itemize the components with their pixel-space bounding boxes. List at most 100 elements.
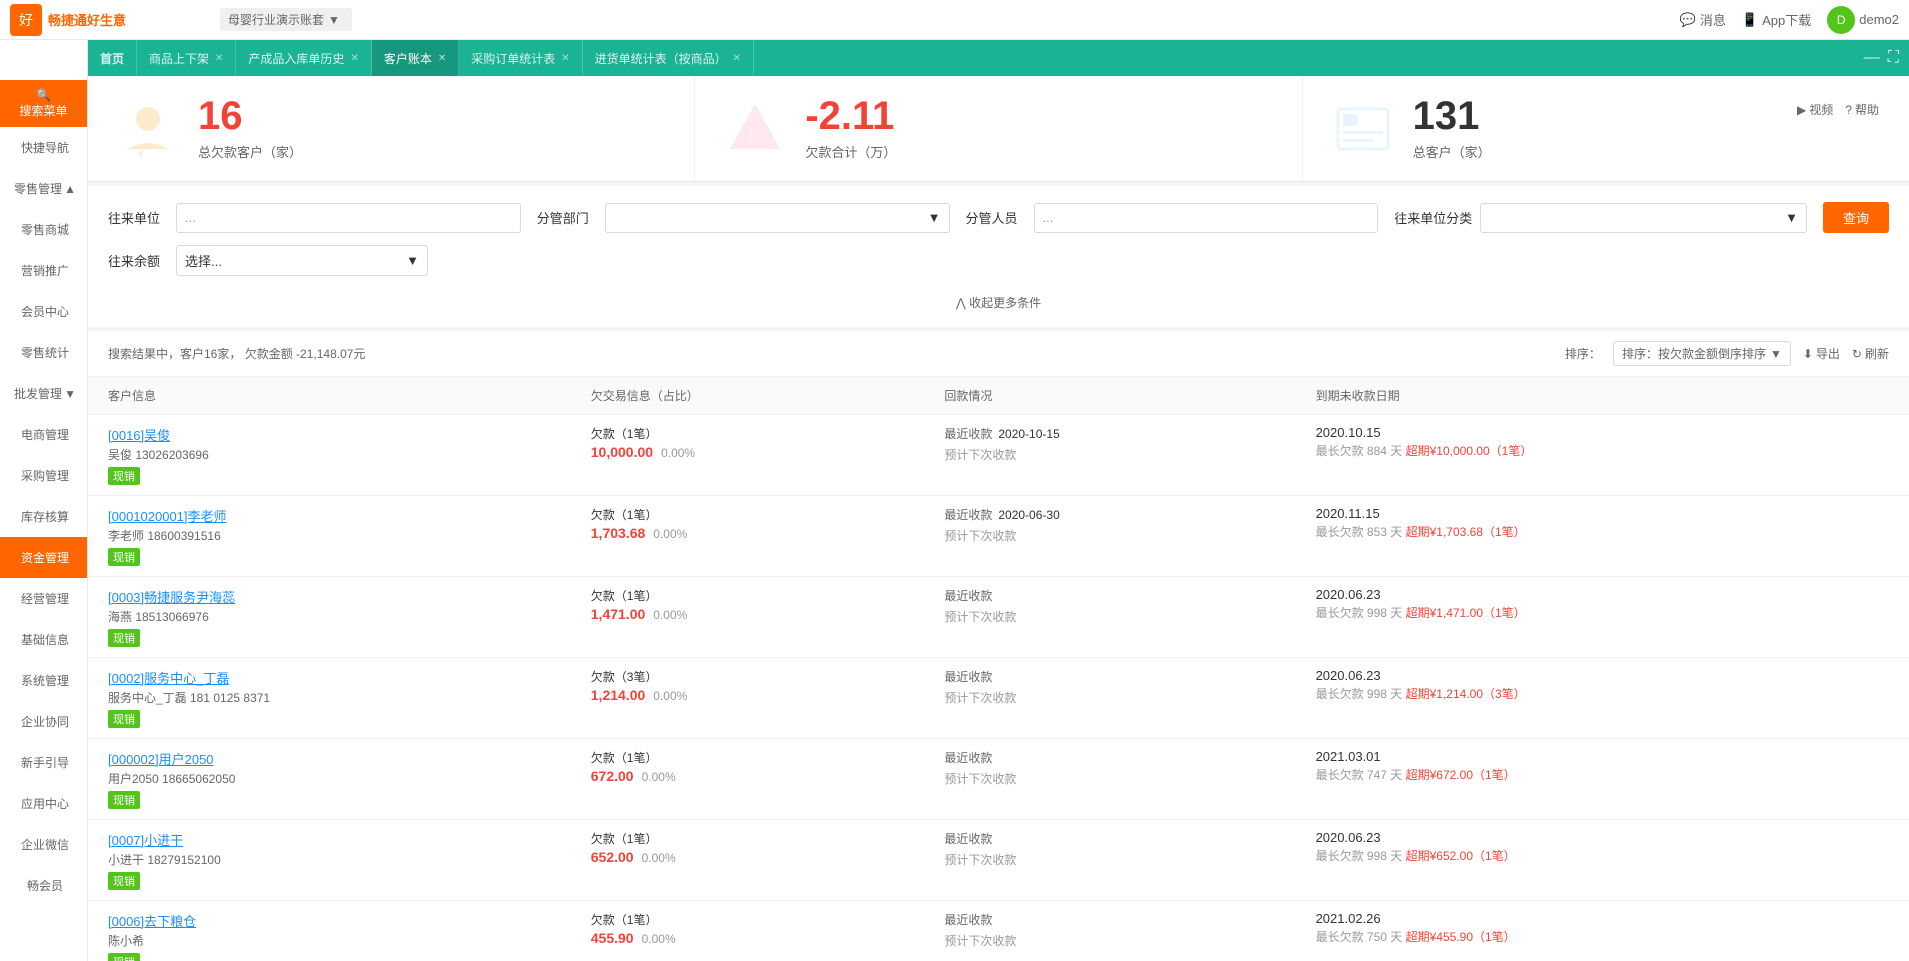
- sidebar-search[interactable]: 🔍 搜索菜单: [0, 80, 87, 127]
- sidebar-item-batch-management[interactable]: 批发管理▼: [0, 373, 87, 414]
- tab-product-listing[interactable]: 商品上下架 ✕: [137, 40, 236, 76]
- unit-category-select[interactable]: ▼: [1480, 203, 1807, 233]
- refresh-btn[interactable]: ↻ 刷新: [1852, 345, 1889, 362]
- sidebar-item-ecommerce[interactable]: 电商管理: [0, 414, 87, 455]
- sidebar-item-inventory[interactable]: 库存核算: [0, 496, 87, 537]
- tab-close-incoming-stats[interactable]: ✕: [733, 53, 741, 64]
- col-header-debt: 欠交易信息（占比）: [571, 377, 925, 415]
- tab-close-purchase-order-stats[interactable]: ✕: [561, 53, 569, 64]
- table-row: [0016]吴俊 吴俊 13026203696 现销 欠款（1笔） 10,000…: [88, 415, 1909, 496]
- tab-incoming-stats[interactable]: 进货单统计表（按商品） ✕: [583, 40, 754, 76]
- debt-amount-3[interactable]: 1,214.00: [591, 687, 646, 703]
- sidebar-item-marketing[interactable]: 营销推广: [0, 250, 87, 291]
- cell-debt-5: 欠款（1笔） 652.00 0.00%: [571, 820, 925, 901]
- search-icon: 🔍: [36, 88, 51, 102]
- from-unit-input[interactable]: ...: [176, 203, 521, 233]
- overdue-link-4[interactable]: 超期¥672.00（1笔）: [1406, 768, 1516, 782]
- tabs-bar: 首页 商品上下架 ✕ 产成品入库单历史 ✕ 客户账本 ✕ 采购订单统计表 ✕ 进…: [88, 40, 1909, 76]
- tab-home[interactable]: 首页: [88, 40, 137, 76]
- col-header-collection: 回款情况: [924, 377, 1295, 415]
- app-download-btn[interactable]: 📱 App下载: [1742, 10, 1811, 29]
- search-button[interactable]: 查询: [1823, 202, 1889, 233]
- tabs-minimize-btn[interactable]: —: [1862, 47, 1882, 69]
- table-row: [0006]去下粮仓 陈小希 现销 欠款（1笔） 455.90 0.00% 最近…: [88, 901, 1909, 961]
- cell-collection-3: 最近收款 预计下次收款: [924, 658, 1295, 739]
- debt-amount-4[interactable]: 672.00: [591, 768, 634, 784]
- remainder-select[interactable]: 选择... ▼: [176, 245, 428, 276]
- help-btn[interactable]: ? 帮助: [1845, 101, 1879, 118]
- tabs-maximize-btn[interactable]: ⛶: [1886, 47, 1901, 69]
- debt-count-5: 欠款（1笔）: [591, 830, 905, 847]
- tab-close-customer-account[interactable]: ✕: [438, 53, 446, 64]
- overdue-info-5: 最长欠款 998 天 超期¥652.00（1笔）: [1316, 847, 1889, 864]
- chevron-icon: ▲: [64, 182, 76, 196]
- sidebar-item-retail-mall[interactable]: 零售商城: [0, 209, 87, 250]
- person-input[interactable]: ...: [1034, 203, 1379, 233]
- sidebar-item-operations[interactable]: 经营管理: [0, 578, 87, 619]
- debt-count-2: 欠款（1笔）: [591, 587, 905, 604]
- industry-selector[interactable]: 母婴行业演示账套 ▼: [220, 8, 352, 31]
- customer-name-1[interactable]: [0001020001]李老师: [108, 506, 551, 525]
- user-profile[interactable]: D demo2: [1827, 6, 1899, 34]
- recent-payment-3: 最近收款: [944, 668, 1275, 685]
- tab-purchase-order-stats[interactable]: 采购订单统计表 ✕: [459, 40, 582, 76]
- customer-tag-1: 现销: [108, 548, 140, 566]
- debt-ratio-1: 0.00%: [653, 527, 687, 541]
- overdue-link-2[interactable]: 超期¥1,471.00（1笔）: [1406, 606, 1526, 620]
- sidebar-item-basic-info[interactable]: 基础信息: [0, 619, 87, 660]
- sidebar-item-newbie[interactable]: 新手引导: [0, 742, 87, 783]
- sidebar-item-enterprise[interactable]: 企业协同: [0, 701, 87, 742]
- collapse-filters-btn[interactable]: ⋀ 收起更多条件: [108, 288, 1889, 317]
- cell-debt-2: 欠款（1笔） 1,471.00 0.00%: [571, 577, 925, 658]
- customer-name-4[interactable]: [000002]用户2050: [108, 749, 551, 768]
- tab-close-production-history[interactable]: ✕: [350, 53, 358, 64]
- overdue-info-2: 最长欠款 998 天 超期¥1,471.00（1笔）: [1316, 604, 1889, 621]
- dept-select[interactable]: ▼: [605, 203, 950, 233]
- overdue-link-6[interactable]: 超期¥455.90（1笔）: [1406, 930, 1516, 944]
- help-icon: ?: [1845, 103, 1852, 117]
- filter-row-1: 往来单位 ... 分管部门 ▼ 分管人员 ... 往来单位分类: [108, 202, 1889, 233]
- sidebar-item-member-center[interactable]: 会员中心: [0, 291, 87, 332]
- data-table: 客户信息 欠交易信息（占比） 回款情况 到期未收款日期 [0016]吴俊 吴俊 …: [88, 377, 1909, 961]
- overdue-link-1[interactable]: 超期¥1,703.68（1笔）: [1406, 525, 1526, 539]
- sidebar-item-quick-nav[interactable]: 快捷导航: [0, 127, 87, 168]
- customer-tag-6: 现销: [108, 953, 140, 961]
- cell-customer-3: [0002]服务中心_丁磊 服务中心_丁磊 181 0125 8371 现销: [88, 658, 571, 739]
- sidebar-item-purchase[interactable]: 采购管理: [0, 455, 87, 496]
- overdue-link-0[interactable]: 超期¥10,000.00（1笔）: [1406, 444, 1533, 458]
- overdue-link-5[interactable]: 超期¥652.00（1笔）: [1406, 849, 1516, 863]
- customer-name-0[interactable]: [0016]吴俊: [108, 425, 551, 444]
- sidebar-item-retail-stats[interactable]: 零售统计: [0, 332, 87, 373]
- export-btn[interactable]: ⬇ 导出: [1803, 345, 1840, 362]
- debt-amount-1[interactable]: 1,703.68: [591, 525, 646, 541]
- debt-amount-2[interactable]: 1,471.00: [591, 606, 646, 622]
- filter-remainder: 往来余额 选择... ▼: [108, 245, 428, 276]
- cell-customer-0: [0016]吴俊 吴俊 13026203696 现销: [88, 415, 571, 496]
- tab-close-product-listing[interactable]: ✕: [215, 53, 223, 64]
- sidebar-item-retail-management[interactable]: 零售管理▲: [0, 168, 87, 209]
- debt-count-0: 欠款（1笔）: [591, 425, 905, 442]
- message-btn[interactable]: 💬 消息: [1680, 10, 1726, 29]
- sidebar-item-enterprise-wechat[interactable]: 企业微信: [0, 824, 87, 865]
- video-help-btn[interactable]: ▶ 视频: [1797, 101, 1833, 118]
- sidebar-item-system[interactable]: 系统管理: [0, 660, 87, 701]
- tab-customer-account[interactable]: 客户账本 ✕: [372, 40, 459, 76]
- customer-contact-4: 用户2050 18665062050: [108, 770, 551, 787]
- top-right-actions: 💬 消息 📱 App下载 D demo2: [1680, 6, 1899, 34]
- customer-tag-5: 现销: [108, 872, 140, 890]
- cell-duedate-4: 2021.03.01 最长欠款 747 天 超期¥672.00（1笔）: [1296, 739, 1909, 820]
- customer-name-3[interactable]: [0002]服务中心_丁磊: [108, 668, 551, 687]
- debt-amount-0[interactable]: 10,000.00: [591, 444, 653, 460]
- tab-production-history[interactable]: 产成品入库单历史 ✕: [236, 40, 371, 76]
- customer-name-6[interactable]: [0006]去下粮仓: [108, 911, 551, 930]
- sort-select[interactable]: 排序：按欠款金额倒序排序 ▼: [1613, 341, 1791, 366]
- sidebar-item-finance[interactable]: 资金管理: [0, 537, 87, 578]
- debt-count-4: 欠款（1笔）: [591, 749, 905, 766]
- customer-name-5[interactable]: [0007]小进干: [108, 830, 551, 849]
- sidebar-item-app-center[interactable]: 应用中心: [0, 783, 87, 824]
- customer-name-2[interactable]: [0003]畅捷服务尹海蕊: [108, 587, 551, 606]
- overdue-link-3[interactable]: 超期¥1,214.00（3笔）: [1406, 687, 1526, 701]
- debt-amount-5[interactable]: 652.00: [591, 849, 634, 865]
- sidebar-item-free-member[interactable]: 畅会员: [0, 865, 87, 906]
- debt-amount-6[interactable]: 455.90: [591, 930, 634, 946]
